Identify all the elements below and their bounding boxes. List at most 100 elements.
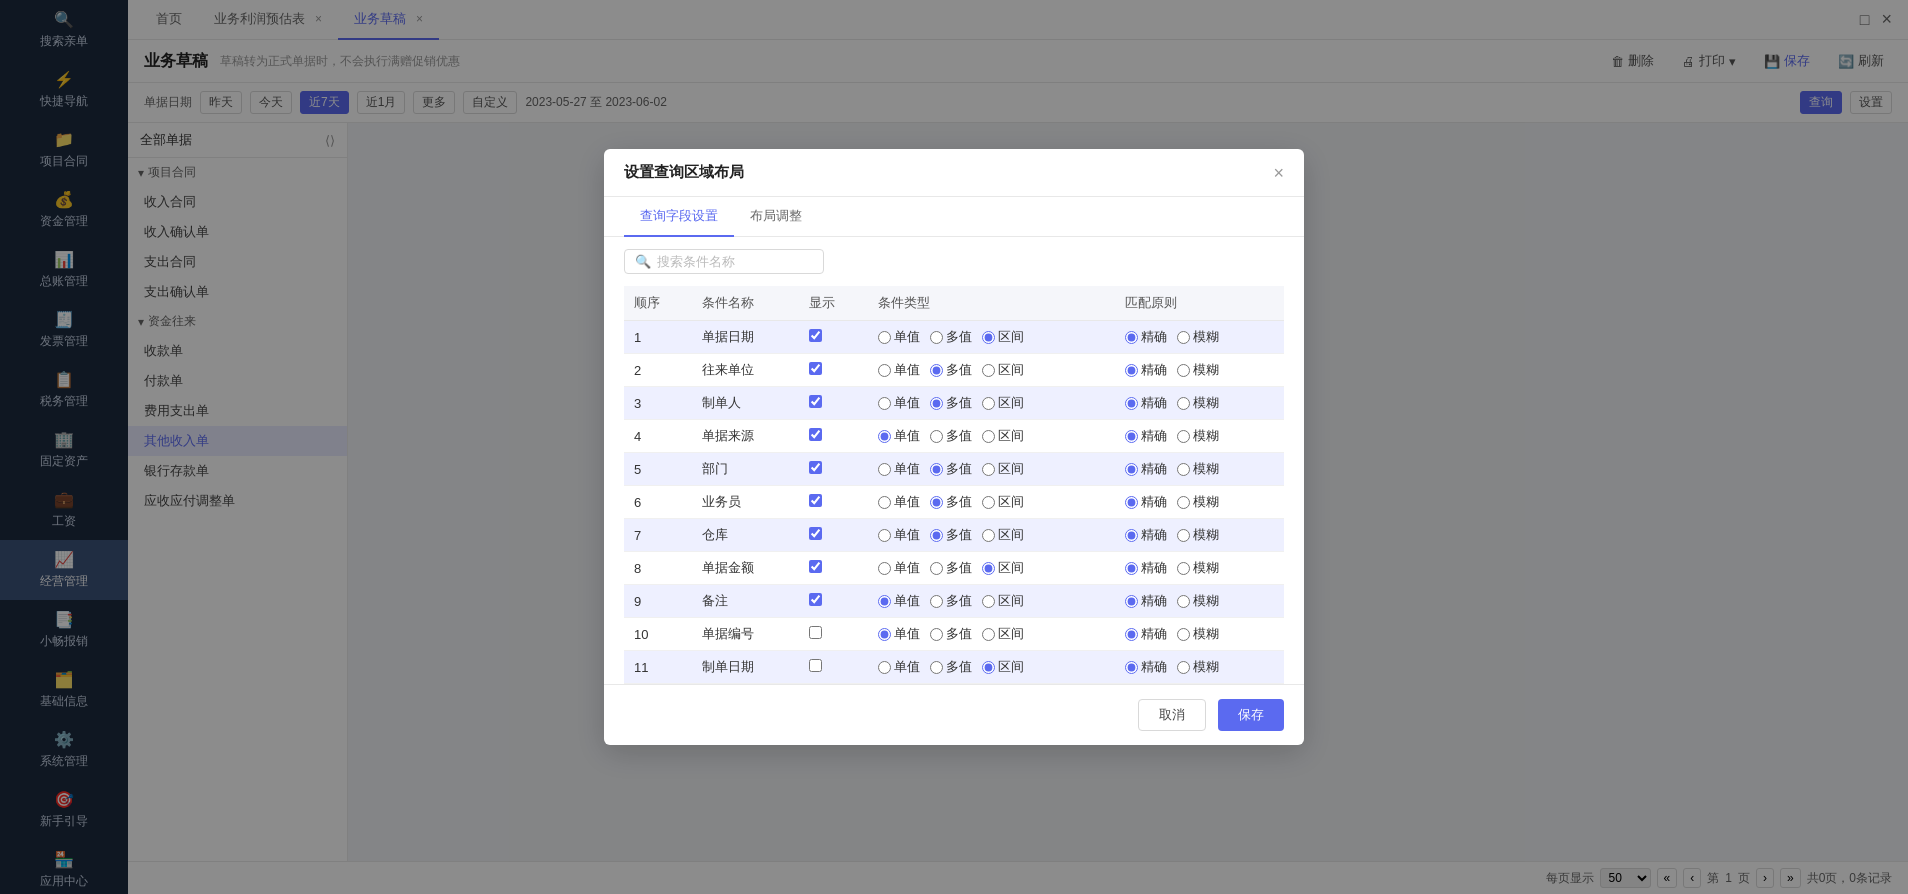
cell-match: 精确模糊	[1115, 486, 1284, 519]
match-radio-item[interactable]: 模糊	[1177, 394, 1219, 412]
show-checkbox[interactable]	[809, 362, 822, 375]
cell-show	[799, 486, 867, 519]
table-row: 1单据日期 单值多值区间 精确模糊	[624, 321, 1284, 354]
cell-type: 单值多值区间	[868, 519, 1115, 552]
dialog-search-area: 🔍	[604, 237, 1304, 286]
match-radio-item[interactable]: 精确	[1125, 460, 1167, 478]
match-radio-item[interactable]: 模糊	[1177, 526, 1219, 544]
cell-type: 单值多值区间	[868, 585, 1115, 618]
cell-type: 单值多值区间	[868, 420, 1115, 453]
cell-order: 1	[624, 321, 692, 354]
match-radio-item[interactable]: 精确	[1125, 658, 1167, 676]
cell-order: 9	[624, 585, 692, 618]
match-radio-item[interactable]: 精确	[1125, 394, 1167, 412]
show-checkbox[interactable]	[809, 527, 822, 540]
type-radio-item[interactable]: 单值	[878, 526, 920, 544]
cell-match: 精确模糊	[1115, 585, 1284, 618]
match-radio-item[interactable]: 模糊	[1177, 361, 1219, 379]
cell-match: 精确模糊	[1115, 519, 1284, 552]
cell-name: 制单日期	[692, 651, 799, 684]
cell-order: 10	[624, 618, 692, 651]
type-radio-item[interactable]: 单值	[878, 361, 920, 379]
cell-order: 2	[624, 354, 692, 387]
show-checkbox[interactable]	[809, 494, 822, 507]
match-radio-item[interactable]: 模糊	[1177, 460, 1219, 478]
cell-show	[799, 651, 867, 684]
match-radio-item[interactable]: 精确	[1125, 328, 1167, 346]
type-radio-item[interactable]: 多值	[930, 460, 972, 478]
type-radio-item[interactable]: 多值	[930, 328, 972, 346]
match-radio-item[interactable]: 精确	[1125, 427, 1167, 445]
type-radio-item[interactable]: 单值	[878, 394, 920, 412]
type-radio-item[interactable]: 区间	[982, 625, 1024, 643]
match-radio-item[interactable]: 模糊	[1177, 328, 1219, 346]
dialog-close-button[interactable]: ×	[1273, 164, 1284, 182]
table-row: 2往来单位单值多值区间精确模糊	[624, 354, 1284, 387]
type-radio-item[interactable]: 多值	[930, 394, 972, 412]
type-radio-item[interactable]: 单值	[878, 328, 920, 346]
match-radio-item[interactable]: 精确	[1125, 625, 1167, 643]
type-radio-item[interactable]: 区间	[982, 460, 1024, 478]
match-radio-item[interactable]: 精确	[1125, 592, 1167, 610]
type-radio-item[interactable]: 多值	[930, 592, 972, 610]
type-radio-item[interactable]: 区间	[982, 526, 1024, 544]
show-checkbox[interactable]	[809, 593, 822, 606]
table-row: 5部门单值多值区间精确模糊	[624, 453, 1284, 486]
type-radio-item[interactable]: 单值	[878, 493, 920, 511]
type-radio-item[interactable]: 单值	[878, 427, 920, 445]
show-checkbox[interactable]	[809, 560, 822, 573]
cell-show	[799, 321, 867, 354]
match-radio-item[interactable]: 精确	[1125, 526, 1167, 544]
type-radio-item[interactable]: 区间	[982, 592, 1024, 610]
type-radio-item[interactable]: 区间	[982, 658, 1024, 676]
type-radio-item[interactable]: 多值	[930, 658, 972, 676]
type-radio-item[interactable]: 多值	[930, 559, 972, 577]
type-radio-item[interactable]: 单值	[878, 460, 920, 478]
show-checkbox[interactable]	[809, 428, 822, 441]
match-radio-item[interactable]: 精确	[1125, 493, 1167, 511]
dialog-header: 设置查询区域布局 ×	[604, 149, 1304, 197]
match-radio-item[interactable]: 模糊	[1177, 592, 1219, 610]
type-radio-item[interactable]: 区间	[982, 559, 1024, 577]
cell-name: 单据编号	[692, 618, 799, 651]
type-radio-item[interactable]: 多值	[930, 493, 972, 511]
type-radio-item[interactable]: 区间	[982, 493, 1024, 511]
save-button[interactable]: 保存	[1218, 699, 1284, 731]
cell-name: 单据日期	[692, 321, 799, 354]
cancel-button[interactable]: 取消	[1138, 699, 1206, 731]
match-radio-item[interactable]: 模糊	[1177, 559, 1219, 577]
match-radio-item[interactable]: 精确	[1125, 559, 1167, 577]
match-radio-item[interactable]: 模糊	[1177, 493, 1219, 511]
search-input[interactable]	[657, 254, 813, 269]
match-radio-item[interactable]: 模糊	[1177, 625, 1219, 643]
type-radio-item[interactable]: 区间	[982, 427, 1024, 445]
tab-query-fields[interactable]: 查询字段设置	[624, 197, 734, 237]
show-checkbox[interactable]	[809, 659, 822, 672]
dialog-table: 顺序 条件名称 显示 条件类型 匹配原则 1单据日期单值多值区间精确模糊2往来单…	[604, 286, 1304, 684]
table-row: 9备注单值多值区间精确模糊	[624, 585, 1284, 618]
type-radio-item[interactable]: 多值	[930, 625, 972, 643]
show-checkbox[interactable]	[809, 626, 822, 639]
type-radio-item[interactable]: 单值	[878, 559, 920, 577]
type-radio-item[interactable]: 多值	[930, 427, 972, 445]
type-radio-item[interactable]: 多值	[930, 526, 972, 544]
table-row: 10单据编号 单值多值区间 精确模糊	[624, 618, 1284, 651]
show-checkbox[interactable]	[809, 395, 822, 408]
dialog: 设置查询区域布局 × 查询字段设置 布局调整 🔍 顺序 条件名称 显示	[604, 149, 1304, 745]
type-radio-item[interactable]: 单值	[878, 625, 920, 643]
cell-type: 单值多值区间	[868, 453, 1115, 486]
modal-overlay: 设置查询区域布局 × 查询字段设置 布局调整 🔍 顺序 条件名称 显示	[0, 0, 1908, 894]
type-radio-item[interactable]: 单值	[878, 592, 920, 610]
type-radio-item[interactable]: 单值	[878, 658, 920, 676]
type-radio-item[interactable]: 区间	[982, 328, 1024, 346]
tab-layout[interactable]: 布局调整	[734, 197, 818, 237]
match-radio-item[interactable]: 精确	[1125, 361, 1167, 379]
type-radio-item[interactable]: 区间	[982, 394, 1024, 412]
show-checkbox[interactable]	[809, 461, 822, 474]
match-radio-item[interactable]: 模糊	[1177, 658, 1219, 676]
type-radio-item[interactable]: 多值	[930, 361, 972, 379]
type-radio-item[interactable]: 区间	[982, 361, 1024, 379]
cell-order: 3	[624, 387, 692, 420]
show-checkbox[interactable]	[809, 329, 822, 342]
match-radio-item[interactable]: 模糊	[1177, 427, 1219, 445]
